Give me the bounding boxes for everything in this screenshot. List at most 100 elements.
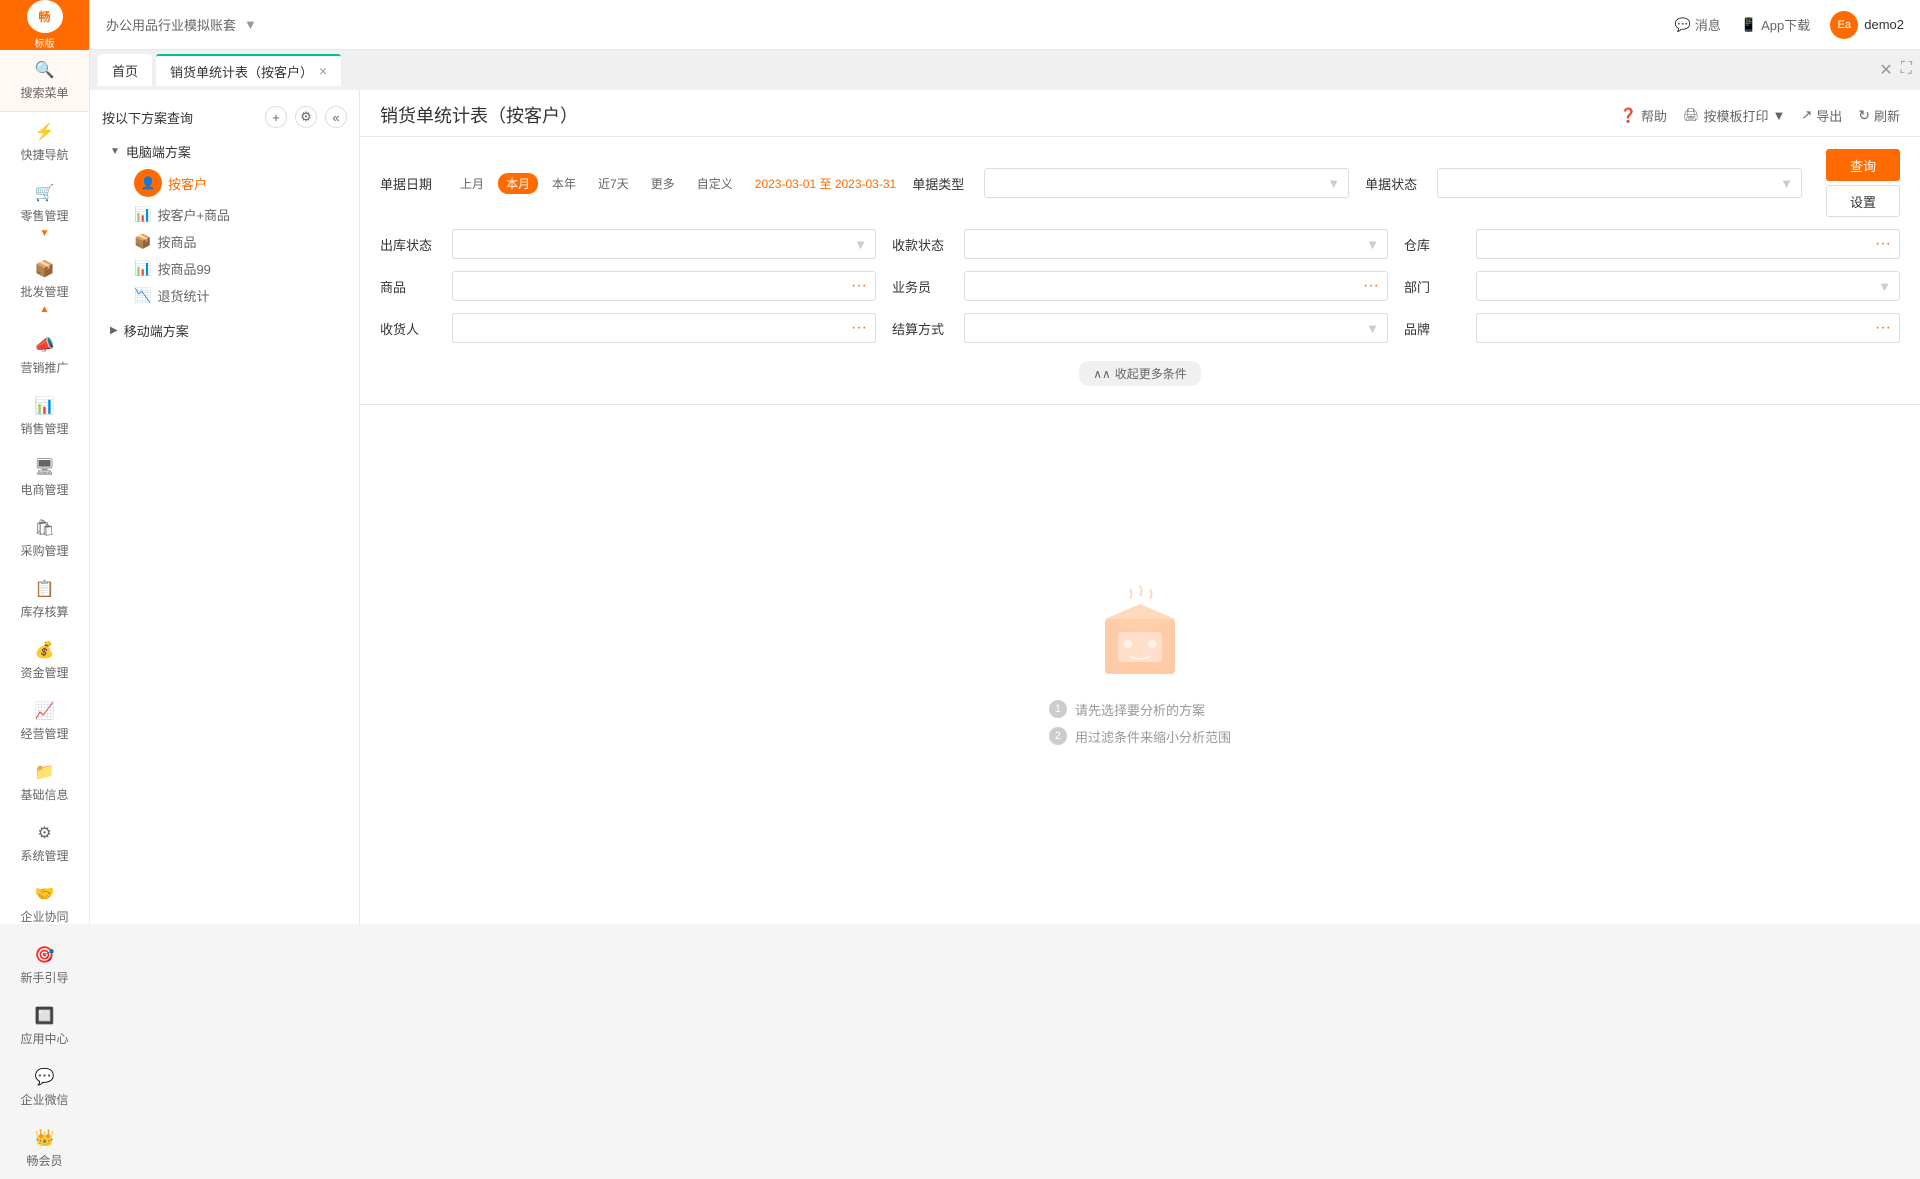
left-panel: 按以下方案查询 + ⚙ « ▼ 电脑端方案 👤 按客户: [90, 90, 360, 924]
tree-child-by-product[interactable]: 📦 按商品: [102, 228, 359, 255]
pay-status-select[interactable]: ▼: [964, 229, 1388, 259]
user-profile[interactable]: Ea demo2: [1830, 11, 1904, 39]
sidebar-item-search[interactable]: 🔍 搜索菜单: [0, 50, 89, 112]
tree-label-by-product99: 按商品99: [157, 259, 210, 278]
receiver-select[interactable]: ···: [452, 313, 876, 343]
settings-plan-button[interactable]: ⚙: [295, 106, 317, 128]
sidebar-item-operation[interactable]: 📈 经营管理: [0, 691, 89, 752]
tab-close-icon[interactable]: ×: [319, 63, 327, 79]
app-download-label: App下载: [1761, 15, 1810, 34]
sidebar-item-inventory[interactable]: 📋 库存核算: [0, 569, 89, 630]
tab-bar: 首页 销货单统计表（按客户） × ✕ ⛶: [90, 50, 1920, 90]
query-buttons: 查询 设置: [1826, 149, 1900, 217]
date-custom[interactable]: 自定义: [689, 173, 741, 194]
logo-text: 标版: [35, 35, 55, 50]
export-button[interactable]: ↗ 导出: [1801, 106, 1842, 125]
panel-header: 按以下方案查询 + ⚙ «: [90, 100, 359, 138]
main-content: 办公用品行业模拟账套 ▼ 💬 消息 📱 App下载 Ea demo2 首页: [90, 0, 1920, 924]
warehouse-more-icon[interactable]: ···: [1875, 235, 1891, 253]
receiver-more-icon[interactable]: ···: [851, 319, 867, 337]
sidebar-item-base[interactable]: 📁 基础信息: [0, 752, 89, 813]
settings-button[interactable]: 设置: [1826, 185, 1900, 217]
retail-icon: 🛒: [35, 183, 55, 203]
refresh-button[interactable]: ↻ 刷新: [1858, 106, 1900, 125]
sidebar-item-newguide[interactable]: 🎯 新手引导: [0, 935, 89, 996]
empty-illustration: [1080, 584, 1200, 684]
tab-home[interactable]: 首页: [98, 54, 152, 86]
sidebar-item-member[interactable]: 👑 畅会员: [0, 1118, 89, 1179]
retail-expand-icon: ▼: [40, 228, 50, 239]
sidebar-item-marketing[interactable]: 📣 营销推广: [0, 325, 89, 386]
sidebar-item-purchase[interactable]: 🛍 采购管理: [0, 508, 89, 569]
date-label: 单据日期: [380, 174, 436, 193]
print-button[interactable]: 🖨 按模板打印 ▼: [1683, 106, 1785, 125]
brand-more-icon[interactable]: ···: [1875, 319, 1891, 337]
tree-parent-desktop[interactable]: ▼ 电脑端方案: [102, 138, 359, 165]
sidebar-label-marketing: 营销推广: [20, 359, 68, 376]
warehouse-select[interactable]: ···: [1476, 229, 1900, 259]
download-icon: 📱: [1741, 17, 1757, 33]
tree-child-by-product99[interactable]: 📊 按商品99: [102, 255, 359, 282]
product-select[interactable]: ···: [452, 271, 876, 301]
sidebar-item-enterprise[interactable]: 🤝 企业协同: [0, 874, 89, 935]
brand-select[interactable]: ···: [1476, 313, 1900, 343]
dept-label: 部门: [1404, 277, 1460, 296]
tab-stats[interactable]: 销货单统计表（按客户） ×: [156, 54, 341, 86]
sidebar-item-sales[interactable]: 📊 销售管理: [0, 386, 89, 447]
sidebar-label-ecommerce: 电商管理: [20, 481, 68, 498]
sidebar-item-retail[interactable]: 🛒 零售管理 ▼: [0, 173, 89, 249]
tree-child-by-customer[interactable]: 👤 按客户: [102, 165, 359, 201]
tip-text-2: 用过滤条件来缩小分析范围: [1075, 727, 1231, 746]
tree-parent-mobile[interactable]: ▶ 移动端方案: [102, 317, 359, 344]
date-this-year[interactable]: 本年: [544, 173, 584, 194]
sidebar-item-ecommerce[interactable]: 🖥 电商管理: [0, 447, 89, 508]
collapse-button[interactable]: ∧∧ 收起更多条件: [1079, 361, 1201, 386]
help-button[interactable]: ❓ 帮助: [1619, 106, 1666, 125]
dept-select[interactable]: ▼: [1476, 271, 1900, 301]
sidebar-item-wechat[interactable]: 💬 企业微信: [0, 1057, 89, 1118]
sidebar-item-appcenter[interactable]: 🔲 应用中心: [0, 996, 89, 1057]
product-label: 商品: [380, 277, 436, 296]
close-window-icon[interactable]: ✕: [1879, 60, 1892, 80]
date-shortcuts: 上月 本月 本年 近7天 更多 自定义 2023-03-01 至 2023-03…: [452, 173, 896, 194]
out-status-select[interactable]: ▼: [452, 229, 876, 259]
payment-select[interactable]: ▼: [964, 313, 1388, 343]
logo-symbol: 畅: [38, 8, 50, 25]
page-title-bar: 销货单统计表（按客户） ❓ 帮助 🖨 按模板打印 ▼ ↗ 导出: [360, 90, 1920, 137]
staff-more-icon[interactable]: ···: [1363, 277, 1379, 295]
query-button[interactable]: 查询: [1826, 149, 1900, 181]
sidebar-item-system[interactable]: ⚙ 系统管理: [0, 813, 89, 874]
box-icon-1: 📦: [134, 233, 151, 250]
date-this-month[interactable]: 本月: [498, 173, 538, 194]
staff-select[interactable]: ···: [964, 271, 1388, 301]
sidebar-item-finance[interactable]: 💰 资金管理: [0, 630, 89, 691]
collapse-panel-button[interactable]: «: [325, 106, 347, 128]
chart-icon-1: 📊: [134, 206, 151, 223]
pay-status-dropdown-icon: ▼: [1366, 237, 1379, 252]
refresh-label: 刷新: [1874, 106, 1900, 125]
filter-area: 单据日期 上月 本月 本年 近7天 更多 自定义 2023-03-01 至 20…: [360, 137, 1920, 405]
sidebar-item-shortcut[interactable]: ⚡ 快捷导航: [0, 112, 89, 173]
date-last-month[interactable]: 上月: [452, 173, 492, 194]
sidebar-item-wholesale[interactable]: 📦 批发管理 ▲: [0, 249, 89, 325]
date-7days[interactable]: 近7天: [590, 173, 637, 194]
sidebar-label-purchase: 采购管理: [20, 542, 68, 559]
subtitle-dropdown[interactable]: ▼: [244, 17, 257, 32]
message-button[interactable]: 💬 消息: [1675, 15, 1721, 34]
tree-child-return[interactable]: 📉 退货统计: [102, 282, 359, 309]
tree-child-by-customer-product[interactable]: 📊 按客户+商品: [102, 201, 359, 228]
product-more-icon[interactable]: ···: [851, 277, 867, 295]
maximize-window-icon[interactable]: ⛶: [1901, 60, 1912, 80]
app-download-button[interactable]: 📱 App下载: [1741, 15, 1810, 34]
print-label: 按模板打印: [1703, 106, 1768, 125]
status-select[interactable]: ▼: [1437, 168, 1802, 198]
filter-row-2: 出库状态 ▼ 收款状态 ▼ 仓库 ···: [380, 229, 1900, 259]
avatar: Ea: [1830, 11, 1858, 39]
add-plan-button[interactable]: +: [265, 106, 287, 128]
pay-status-label: 收款状态: [892, 235, 948, 254]
appcenter-icon: 🔲: [35, 1006, 55, 1026]
empty-tips: 1 请先选择要分析的方案 2 用过滤条件来缩小分析范围: [1049, 700, 1231, 746]
inventory-icon: 📋: [35, 579, 55, 599]
type-select[interactable]: ▼: [984, 168, 1349, 198]
date-more[interactable]: 更多: [643, 173, 683, 194]
